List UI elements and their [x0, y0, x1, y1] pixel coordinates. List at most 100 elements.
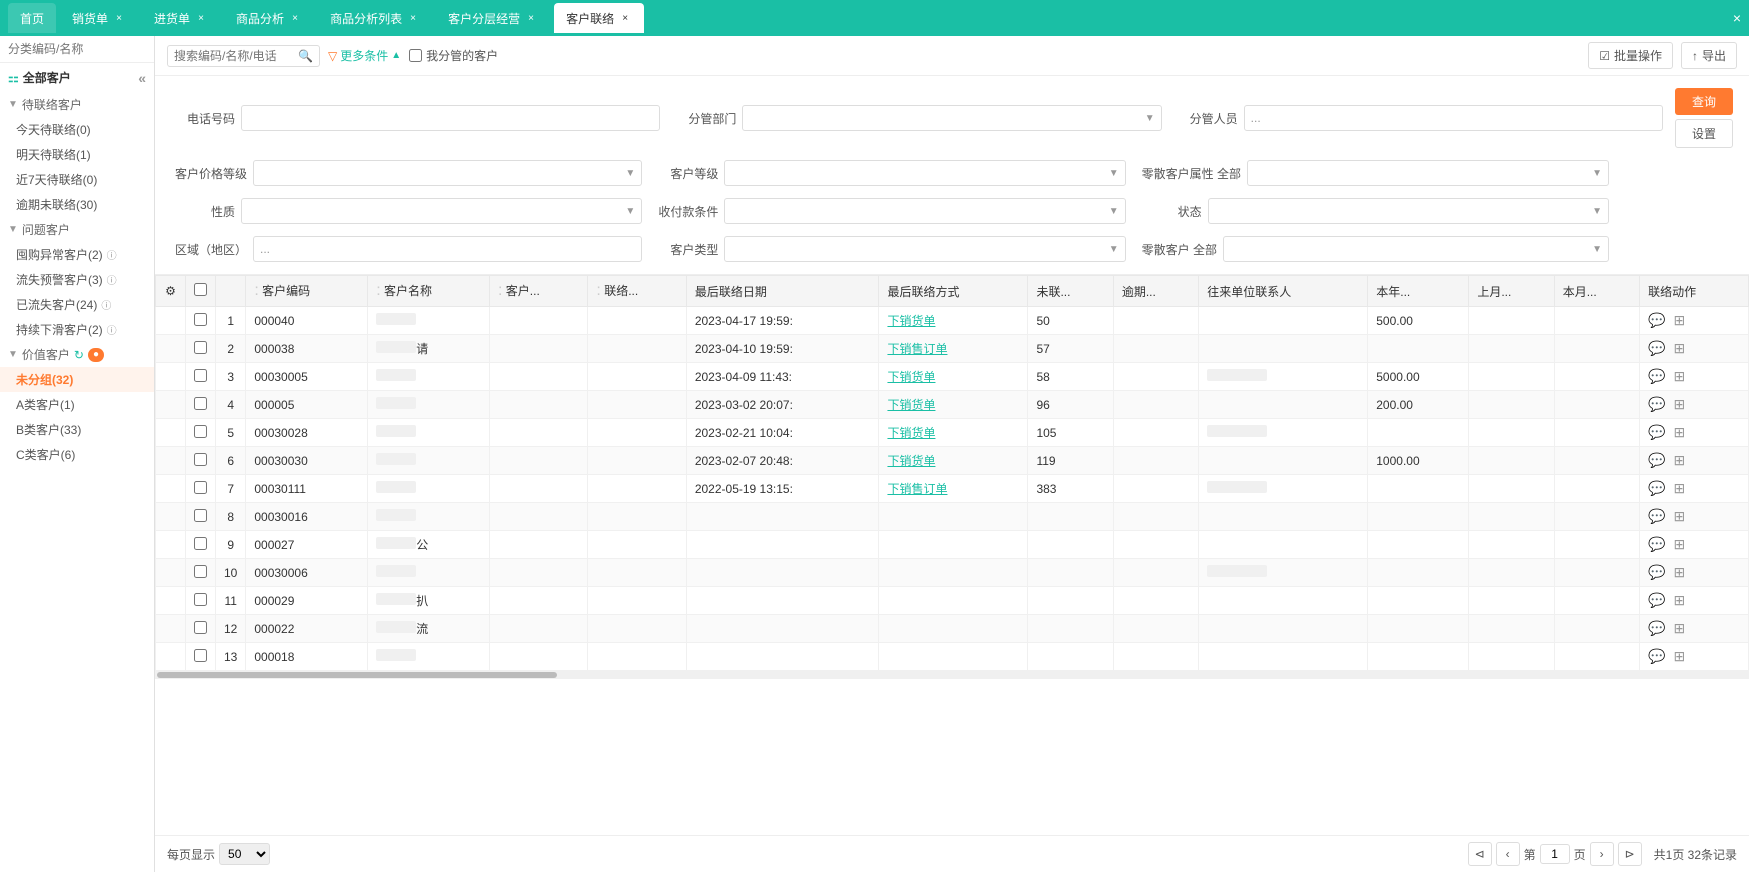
chat-icon[interactable]: 💬: [1648, 368, 1665, 385]
grid-icon[interactable]: ⊞: [1674, 424, 1686, 441]
row-checkbox[interactable]: [194, 593, 207, 606]
sidebar-collapse-icon[interactable]: «: [138, 70, 146, 86]
chat-icon[interactable]: 💬: [1648, 452, 1665, 469]
row-last-contact-method[interactable]: 下销货单: [879, 447, 1028, 475]
row-checkbox-cell[interactable]: [186, 503, 216, 531]
last-page-button[interactable]: ⊳: [1618, 842, 1642, 866]
row-checkbox[interactable]: [194, 453, 207, 466]
row-checkbox[interactable]: [194, 425, 207, 438]
grid-icon[interactable]: ⊞: [1674, 536, 1686, 553]
more-conditions-button[interactable]: ▽ 更多条件 ▲: [328, 47, 401, 64]
chat-icon[interactable]: 💬: [1648, 648, 1665, 665]
row-checkbox[interactable]: [194, 649, 207, 662]
row-checkbox-cell[interactable]: [186, 447, 216, 475]
contact-col-header[interactable]: : 联络...: [588, 276, 686, 307]
reset-button[interactable]: 设置: [1675, 119, 1733, 148]
chat-icon[interactable]: 💬: [1648, 396, 1665, 413]
select-all-checkbox[interactable]: [194, 283, 207, 296]
grid-icon[interactable]: ⊞: [1674, 592, 1686, 609]
grid-icon[interactable]: ⊞: [1674, 452, 1686, 469]
close-purchase-icon[interactable]: ×: [194, 11, 208, 25]
tab-customer-tier[interactable]: 客户分层经营 ×: [436, 3, 550, 33]
tab-goods-list[interactable]: 商品分析列表 ×: [318, 3, 432, 33]
row-last-contact-method[interactable]: [879, 615, 1028, 643]
phone-input[interactable]: [241, 105, 660, 131]
person-select[interactable]: ...: [1244, 105, 1663, 131]
page-size-select[interactable]: 50 100 200: [219, 843, 270, 865]
contacts-col-header[interactable]: 往来单位联系人: [1199, 276, 1368, 307]
overdue-col-header[interactable]: 逾期...: [1113, 276, 1198, 307]
this-month-col-header[interactable]: 本月...: [1554, 276, 1639, 307]
sidebar-item-overdue[interactable]: 逾期未联络(30): [0, 192, 154, 217]
all-customers-section[interactable]: ⚏ 全部客户 «: [0, 63, 154, 92]
row-checkbox-cell[interactable]: [186, 559, 216, 587]
my-customers-checkbox[interactable]: [409, 49, 422, 62]
row-checkbox[interactable]: [194, 509, 207, 522]
page-input[interactable]: [1540, 844, 1570, 864]
grid-icon[interactable]: ⊞: [1674, 620, 1686, 637]
grid-icon[interactable]: ⊞: [1674, 564, 1686, 581]
group-problem-customers[interactable]: ▼ 问题客户: [0, 217, 154, 242]
row-checkbox-cell[interactable]: [186, 475, 216, 503]
sidebar-item-b-class[interactable]: B类客户(33): [0, 417, 154, 442]
row-checkbox-cell[interactable]: [186, 391, 216, 419]
chat-icon[interactable]: 💬: [1648, 564, 1665, 581]
row-checkbox-cell[interactable]: [186, 335, 216, 363]
main-search-input[interactable]: [174, 49, 294, 63]
close-goods-analysis-icon[interactable]: ×: [288, 11, 302, 25]
grid-icon[interactable]: ⊞: [1674, 480, 1686, 497]
group-pending-contact[interactable]: ▼ 待联络客户: [0, 92, 154, 117]
grid-icon[interactable]: ⊞: [1674, 312, 1686, 329]
grid-icon[interactable]: ⊞: [1674, 648, 1686, 665]
row-checkbox-cell[interactable]: [186, 643, 216, 671]
sidebar-item-churn-warning[interactable]: 流失预警客户(3) ⓘ: [0, 267, 154, 292]
row-last-contact-method[interactable]: [879, 587, 1028, 615]
checkbox-col-header[interactable]: [186, 276, 216, 307]
row-checkbox[interactable]: [194, 621, 207, 634]
sidebar-item-tomorrow[interactable]: 明天待联络(1): [0, 142, 154, 167]
region-select[interactable]: ...: [253, 236, 642, 262]
last-contact-date-col-header[interactable]: 最后联络日期: [686, 276, 879, 307]
chat-icon[interactable]: 💬: [1648, 480, 1665, 497]
settings-col-header[interactable]: ⚙: [156, 276, 186, 307]
close-goods-list-icon[interactable]: ×: [406, 11, 420, 25]
sidebar-item-c-class[interactable]: C类客户(6): [0, 442, 154, 467]
tab-goods-analysis[interactable]: 商品分析 ×: [224, 3, 314, 33]
tab-purchase[interactable]: 进货单 ×: [142, 3, 220, 33]
export-button[interactable]: ↑ 导出: [1681, 42, 1737, 69]
sidebar-item-a-class[interactable]: A类客户(1): [0, 392, 154, 417]
close-all-button[interactable]: ×: [1733, 10, 1741, 26]
close-customer-tier-icon[interactable]: ×: [524, 11, 538, 25]
chat-icon[interactable]: 💬: [1648, 312, 1665, 329]
sidebar-search-input[interactable]: [8, 42, 155, 56]
row-last-contact-method[interactable]: 下销售订单: [879, 475, 1028, 503]
sidebar-item-today[interactable]: 今天待联络(0): [0, 117, 154, 142]
grid-icon[interactable]: ⊞: [1674, 396, 1686, 413]
payment-select[interactable]: ▼: [724, 198, 1125, 224]
customer-level-select[interactable]: ▼: [724, 160, 1125, 186]
row-last-contact-method[interactable]: 下销货单: [879, 419, 1028, 447]
name-col-header[interactable]: : 客户名称: [368, 276, 490, 307]
sidebar-item-ungroup[interactable]: 未分组(32): [0, 367, 154, 392]
row-last-contact-method[interactable]: [879, 503, 1028, 531]
type-col-header[interactable]: : 客户...: [490, 276, 588, 307]
row-last-contact-method[interactable]: 下销售订单: [879, 335, 1028, 363]
retail-attr-select[interactable]: ▼: [1247, 160, 1609, 186]
row-last-contact-method[interactable]: [879, 531, 1028, 559]
row-last-contact-method[interactable]: [879, 559, 1028, 587]
chat-icon[interactable]: 💬: [1648, 592, 1665, 609]
retail-customer-select[interactable]: ▼: [1223, 236, 1609, 262]
grid-icon[interactable]: ⊞: [1674, 508, 1686, 525]
chat-icon[interactable]: 💬: [1648, 620, 1665, 637]
row-checkbox-cell[interactable]: [186, 363, 216, 391]
horizontal-scrollbar[interactable]: [155, 671, 1749, 679]
row-checkbox-cell[interactable]: [186, 531, 216, 559]
row-checkbox[interactable]: [194, 565, 207, 578]
status-select[interactable]: ▼: [1208, 198, 1609, 224]
sidebar-item-hoarding[interactable]: 囤购异常客户(2) ⓘ: [0, 242, 154, 267]
row-checkbox[interactable]: [194, 313, 207, 326]
batch-ops-button[interactable]: ☑ 批量操作: [1588, 42, 1673, 69]
row-checkbox-cell[interactable]: [186, 587, 216, 615]
sidebar-item-7days[interactable]: 近7天待联络(0): [0, 167, 154, 192]
row-checkbox-cell[interactable]: [186, 615, 216, 643]
